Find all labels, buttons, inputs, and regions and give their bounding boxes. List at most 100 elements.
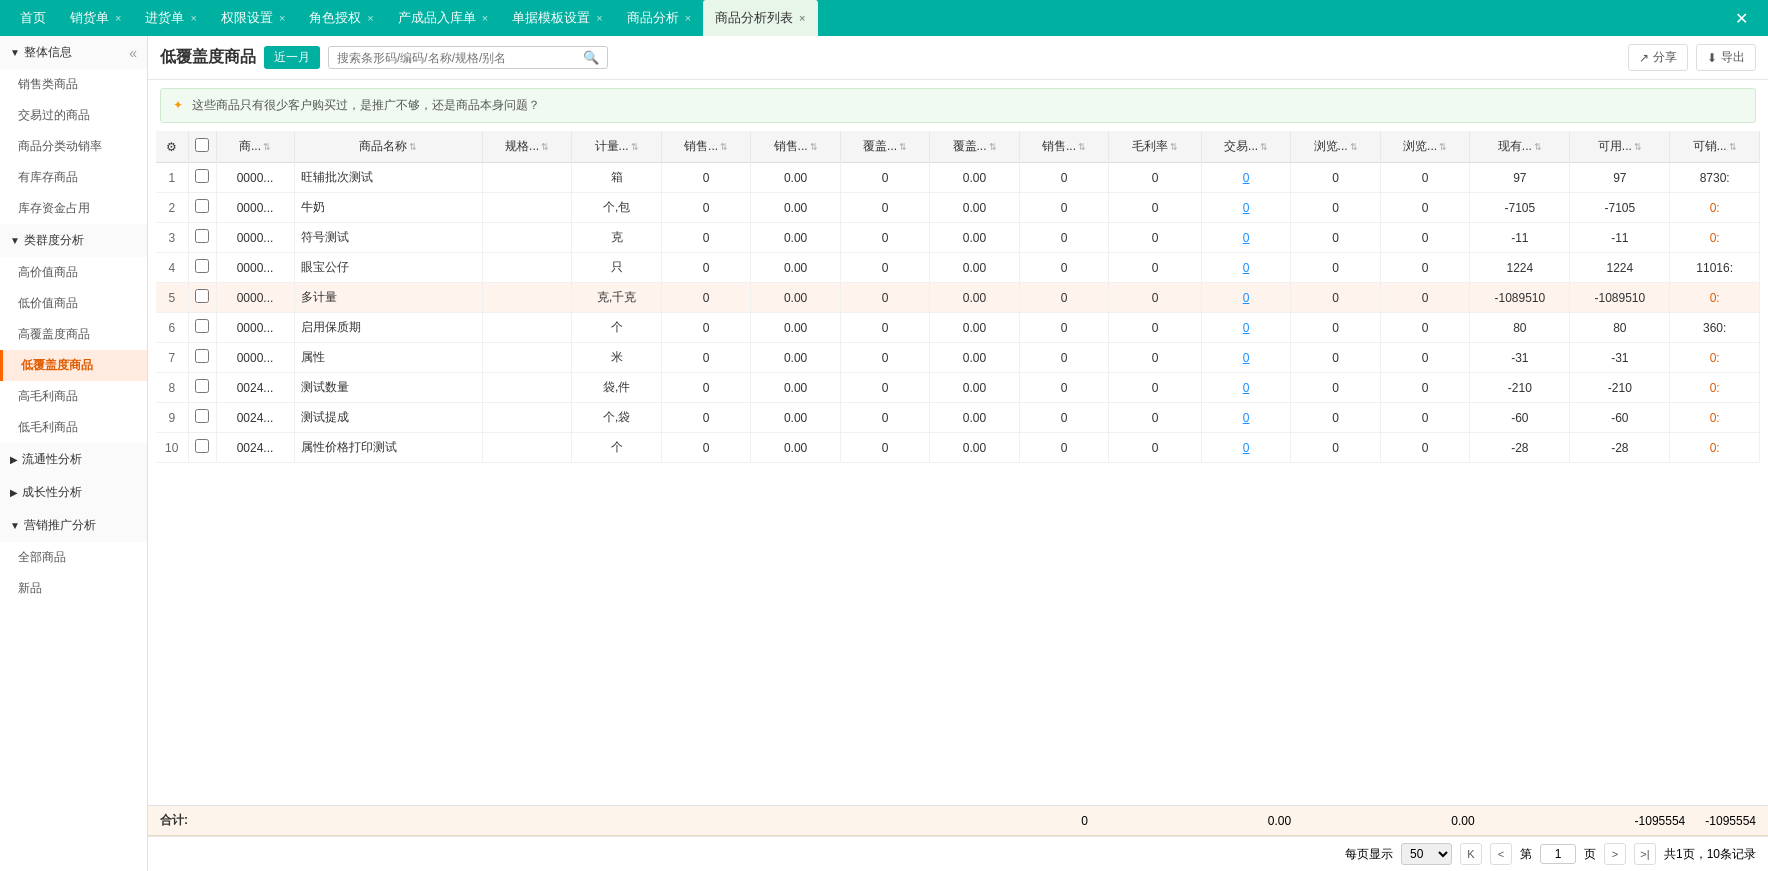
col-trade[interactable]: 交易...⇅ [1201,131,1290,163]
sidebar-collapse-icon[interactable]: « [129,45,137,61]
sidebar-item-high-value[interactable]: 高价值商品 [0,257,147,288]
export-button[interactable]: ⬇ 导出 [1696,44,1756,71]
sidebar-item-traded-goods[interactable]: 交易过的商品 [0,100,147,131]
row-number: 10 [156,433,188,463]
sidebar-item-stock-capital[interactable]: 库存资金占用 [0,193,147,224]
row-checkbox[interactable] [188,313,216,343]
row-unit: 袋,件 [572,373,661,403]
page-end-label: 页 [1584,846,1596,863]
row-sales-qty: 0 [661,313,750,343]
sidebar-item-low-value[interactable]: 低价值商品 [0,288,147,319]
row-sales3: 0 [1019,403,1108,433]
row-checkbox[interactable] [188,193,216,223]
nav-product-analysis[interactable]: 商品分析 × [615,0,703,36]
row-cover1: 0 [840,343,929,373]
row-checkbox[interactable] [188,343,216,373]
row-checkbox[interactable] [188,283,216,313]
sidebar-item-low-coverage[interactable]: 低覆盖度商品 [0,350,147,381]
nav-close-permissions[interactable]: × [279,12,285,24]
row-trade: 0 [1201,283,1290,313]
row-sales-qty: 0 [661,373,750,403]
nav-close-roles[interactable]: × [367,12,373,24]
sidebar-item-high-margin[interactable]: 高毛利商品 [0,381,147,412]
col-settings[interactable]: ⚙ [156,131,188,163]
per-page-label: 每页显示 [1345,846,1393,863]
nav-close-product-analysis-list[interactable]: × [799,12,805,24]
sidebar-item-high-coverage[interactable]: 高覆盖度商品 [0,319,147,350]
sidebar-item-stocked-goods[interactable]: 有库存商品 [0,162,147,193]
nav-home[interactable]: 首页 [8,0,58,36]
sidebar-section-growth[interactable]: ▶ 成长性分析 [0,476,147,509]
share-button[interactable]: ↗ 分享 [1628,44,1688,71]
search-input[interactable] [337,51,583,65]
page-number-input[interactable] [1540,844,1576,864]
row-checkbox[interactable] [188,433,216,463]
row-trade: 0 [1201,373,1290,403]
sidebar-item-category-rate[interactable]: 商品分类动销率 [0,131,147,162]
row-margin: 0 [1109,343,1202,373]
nav-sales-order[interactable]: 销货单 × [58,0,133,36]
col-view1[interactable]: 浏览...⇅ [1291,131,1380,163]
col-available[interactable]: 可用...⇅ [1570,131,1670,163]
col-sellable[interactable]: 可销...⇅ [1670,131,1760,163]
last-page-button[interactable]: >| [1634,843,1656,865]
nav-template[interactable]: 单据模板设置 × [500,0,614,36]
col-current[interactable]: 现有...⇅ [1470,131,1570,163]
nav-close-template[interactable]: × [596,12,602,24]
col-sales-qty[interactable]: 销售...⇅ [661,131,750,163]
row-sales3: 0 [1019,283,1108,313]
sidebar-item-sales-goods[interactable]: 销售类商品 [0,69,147,100]
period-button[interactable]: 近一月 [264,46,320,69]
row-sellable: 8730: [1670,163,1760,193]
row-number: 4 [156,253,188,283]
sidebar-item-new-goods[interactable]: 新品 [0,573,147,604]
col-spec[interactable]: 规格...⇅ [482,131,571,163]
nav-permissions[interactable]: 权限设置 × [209,0,297,36]
first-page-button[interactable]: K [1460,843,1482,865]
col-cover2[interactable]: 覆盖...⇅ [930,131,1019,163]
row-name: 眼宝公仔 [294,253,482,283]
row-checkbox[interactable] [188,373,216,403]
sidebar-section-overview[interactable]: ▼ 整体信息 « [0,36,147,69]
info-banner: ✦ 这些商品只有很少客户购买过，是推广不够，还是商品本身问题？ [160,88,1756,123]
col-cover1[interactable]: 覆盖...⇅ [840,131,929,163]
row-current: -210 [1470,373,1570,403]
col-name[interactable]: 商品名称⇅ [294,131,482,163]
row-name: 属性 [294,343,482,373]
col-sales-amt[interactable]: 销售...⇅ [751,131,840,163]
nav-close-product-analysis[interactable]: × [685,12,691,24]
nav-roles[interactable]: 角色授权 × [297,0,385,36]
select-all-checkbox[interactable] [195,138,209,152]
row-name: 符号测试 [294,223,482,253]
prev-page-button[interactable]: < [1490,843,1512,865]
col-code[interactable]: 商...⇅ [216,131,294,163]
col-view2[interactable]: 浏览...⇅ [1380,131,1469,163]
row-available: -11 [1570,223,1670,253]
row-checkbox[interactable] [188,403,216,433]
row-sales-qty: 0 [661,193,750,223]
col-sales3[interactable]: 销售...⇅ [1019,131,1108,163]
nav-close-sales[interactable]: × [115,12,121,24]
row-view2: 0 [1380,193,1469,223]
per-page-select[interactable]: 50 10 20 100 [1401,843,1452,865]
sidebar-section-cluster[interactable]: ▼ 类群度分析 [0,224,147,257]
nav-close-purchase[interactable]: × [190,12,196,24]
sidebar-item-all-goods[interactable]: 全部商品 [0,542,147,573]
window-close-button[interactable]: ✕ [1723,9,1760,28]
next-page-button[interactable]: > [1604,843,1626,865]
col-margin[interactable]: 毛利率⇅ [1109,131,1202,163]
nav-product-analysis-list[interactable]: 商品分析列表 × [703,0,817,36]
row-trade: 0 [1201,223,1290,253]
nav-product-entry[interactable]: 产成品入库单 × [386,0,500,36]
sidebar-section-marketing[interactable]: ▼ 营销推广分析 [0,509,147,542]
sidebar-section-circulation[interactable]: ▶ 流通性分析 [0,443,147,476]
row-sales-amt: 0.00 [751,283,840,313]
row-view2: 0 [1380,283,1469,313]
row-checkbox[interactable] [188,163,216,193]
nav-close-product-entry[interactable]: × [482,12,488,24]
sidebar-item-low-margin[interactable]: 低毛利商品 [0,412,147,443]
row-checkbox[interactable] [188,223,216,253]
row-checkbox[interactable] [188,253,216,283]
nav-purchase[interactable]: 进货单 × [133,0,208,36]
col-unit[interactable]: 计量...⇅ [572,131,661,163]
